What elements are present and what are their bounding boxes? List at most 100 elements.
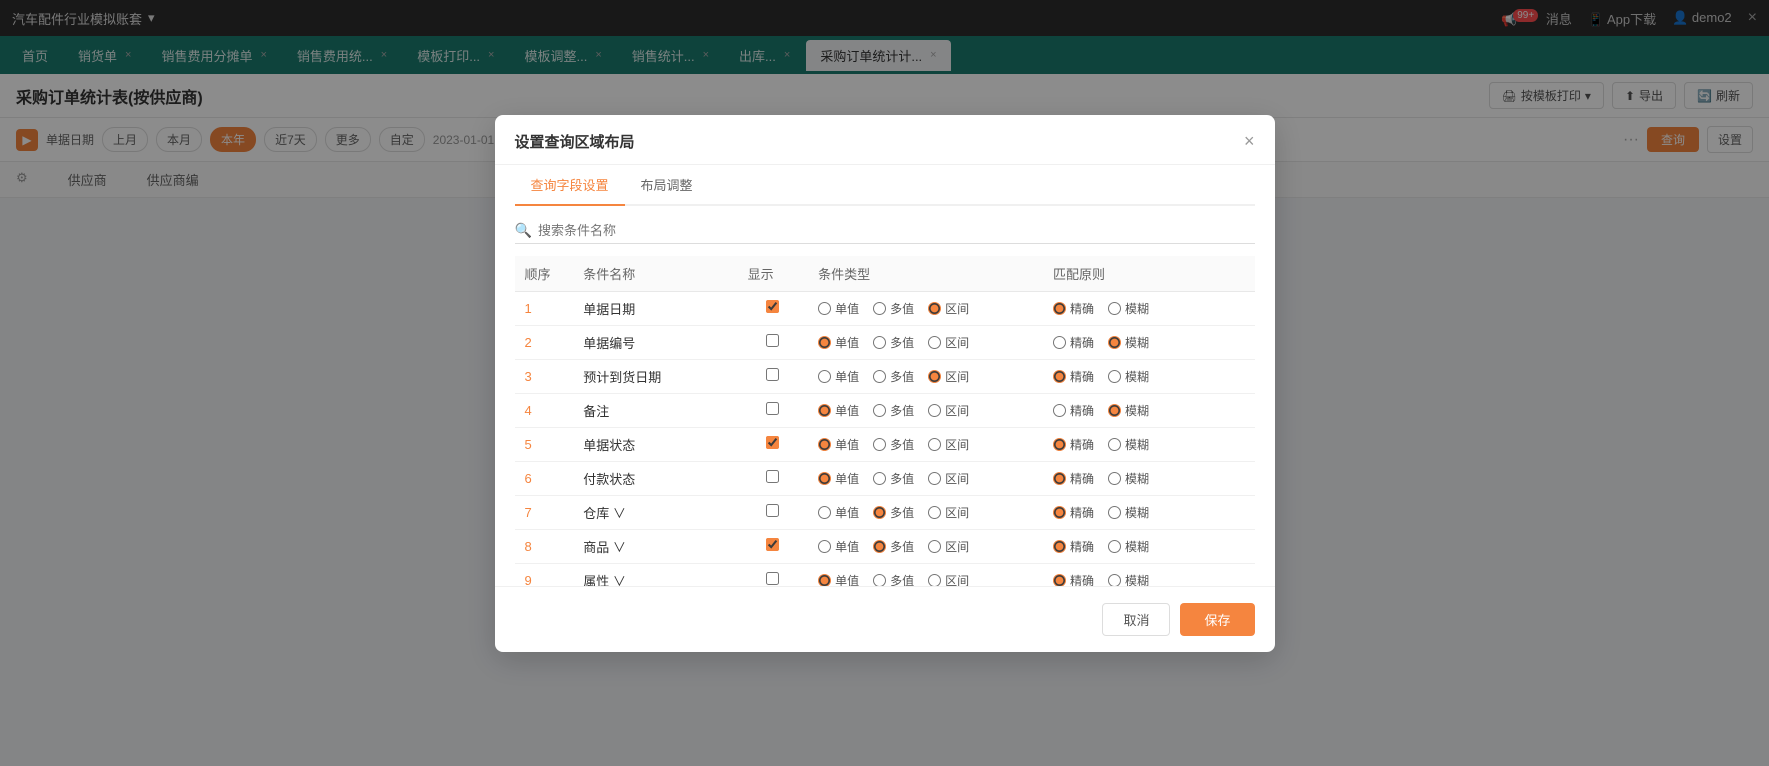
type-option-单值[interactable]: 单值 xyxy=(818,504,859,521)
modal-overlay: 设置查询区域布局 × 查询字段设置 布局调整 🔍 xyxy=(0,0,1769,766)
type-option-单值[interactable]: 单值 xyxy=(818,538,859,555)
type-option-单值[interactable]: 单值 xyxy=(818,470,859,487)
show-checkbox[interactable] xyxy=(766,300,779,313)
cell-order: 3 xyxy=(515,359,574,393)
cell-name: 单据编号 xyxy=(573,325,737,359)
type-option-区间[interactable]: 区间 xyxy=(928,368,969,385)
type-option-区间[interactable]: 区间 xyxy=(928,572,969,586)
th-type: 条件类型 xyxy=(808,256,1043,292)
match-option-模糊[interactable]: 模糊 xyxy=(1108,470,1149,487)
type-option-单值[interactable]: 单值 xyxy=(818,436,859,453)
cell-show[interactable] xyxy=(738,393,808,427)
th-order: 顺序 xyxy=(515,256,574,292)
show-checkbox[interactable] xyxy=(766,402,779,415)
match-option-模糊[interactable]: 模糊 xyxy=(1108,368,1149,385)
type-option-区间[interactable]: 区间 xyxy=(928,436,969,453)
type-option-多值[interactable]: 多值 xyxy=(873,334,914,351)
type-option-多值[interactable]: 多值 xyxy=(873,504,914,521)
cell-match: 精确模糊 xyxy=(1043,461,1254,495)
type-option-多值[interactable]: 多值 xyxy=(873,300,914,317)
match-option-模糊[interactable]: 模糊 xyxy=(1108,300,1149,317)
cell-order: 5 xyxy=(515,427,574,461)
search-icon: 🔍 xyxy=(515,222,532,239)
cell-type: 单值多值区间 xyxy=(808,529,1043,563)
show-checkbox[interactable] xyxy=(766,538,779,551)
type-option-单值[interactable]: 单值 xyxy=(818,572,859,586)
cell-show[interactable] xyxy=(738,325,808,359)
match-option-模糊[interactable]: 模糊 xyxy=(1108,334,1149,351)
type-option-多值[interactable]: 多值 xyxy=(873,572,914,586)
show-checkbox[interactable] xyxy=(766,334,779,347)
table-row: 3预计到货日期单值多值区间精确模糊 xyxy=(515,359,1255,393)
match-option-模糊[interactable]: 模糊 xyxy=(1108,504,1149,521)
cell-match: 精确模糊 xyxy=(1043,563,1254,586)
show-checkbox[interactable] xyxy=(766,572,779,585)
type-option-区间[interactable]: 区间 xyxy=(928,300,969,317)
cell-show[interactable] xyxy=(738,359,808,393)
modal-tab-layout-adjust[interactable]: 布局调整 xyxy=(625,165,709,206)
cell-type: 单值多值区间 xyxy=(808,359,1043,393)
cell-show[interactable] xyxy=(738,529,808,563)
save-button[interactable]: 保存 xyxy=(1180,603,1254,636)
type-option-区间[interactable]: 区间 xyxy=(928,504,969,521)
show-checkbox[interactable] xyxy=(766,368,779,381)
type-option-单值[interactable]: 单值 xyxy=(818,334,859,351)
cell-show[interactable] xyxy=(738,427,808,461)
cell-order: 2 xyxy=(515,325,574,359)
type-option-单值[interactable]: 单值 xyxy=(818,402,859,419)
cell-show[interactable] xyxy=(738,495,808,529)
cell-type: 单值多值区间 xyxy=(808,427,1043,461)
search-input[interactable] xyxy=(538,223,1255,238)
type-option-多值[interactable]: 多值 xyxy=(873,538,914,555)
modal-close-button[interactable]: × xyxy=(1244,132,1255,150)
cell-name: 单据日期 xyxy=(573,291,737,325)
type-option-单值[interactable]: 单值 xyxy=(818,368,859,385)
cell-order: 8 xyxy=(515,529,574,563)
modal-header: 设置查询区域布局 × xyxy=(495,115,1275,165)
cell-type: 单值多值区间 xyxy=(808,461,1043,495)
cancel-button[interactable]: 取消 xyxy=(1102,603,1170,636)
table-row: 2单据编号 单值多值区间 精确模糊 xyxy=(515,325,1255,359)
match-option-精确[interactable]: 精确 xyxy=(1053,470,1094,487)
cell-show[interactable] xyxy=(738,563,808,586)
type-option-多值[interactable]: 多值 xyxy=(873,436,914,453)
match-option-精确[interactable]: 精确 xyxy=(1053,538,1094,555)
cell-match: 精确模糊 xyxy=(1043,495,1254,529)
show-checkbox[interactable] xyxy=(766,470,779,483)
table-scroll[interactable]: 顺序 条件名称 显示 条件类型 xyxy=(515,256,1255,586)
modal-dialog: 设置查询区域布局 × 查询字段设置 布局调整 🔍 xyxy=(495,115,1275,652)
type-option-区间[interactable]: 区间 xyxy=(928,334,969,351)
cell-name: 预计到货日期 xyxy=(573,359,737,393)
match-option-精确[interactable]: 精确 xyxy=(1053,368,1094,385)
match-option-模糊[interactable]: 模糊 xyxy=(1108,402,1149,419)
match-option-模糊[interactable]: 模糊 xyxy=(1108,538,1149,555)
show-checkbox[interactable] xyxy=(766,436,779,449)
match-option-精确[interactable]: 精确 xyxy=(1053,334,1094,351)
cell-order: 9 xyxy=(515,563,574,586)
match-option-精确[interactable]: 精确 xyxy=(1053,300,1094,317)
match-option-精确[interactable]: 精确 xyxy=(1053,572,1094,586)
type-option-单值[interactable]: 单值 xyxy=(818,300,859,317)
type-option-区间[interactable]: 区间 xyxy=(928,402,969,419)
type-option-多值[interactable]: 多值 xyxy=(873,368,914,385)
match-option-精确[interactable]: 精确 xyxy=(1053,436,1094,453)
cell-order: 6 xyxy=(515,461,574,495)
table-row: 7仓库 ∨单值多值区间精确模糊 xyxy=(515,495,1255,529)
cell-match: 精确模糊 xyxy=(1043,325,1254,359)
type-option-多值[interactable]: 多值 xyxy=(873,470,914,487)
match-option-模糊[interactable]: 模糊 xyxy=(1108,572,1149,586)
type-option-多值[interactable]: 多值 xyxy=(873,402,914,419)
show-checkbox[interactable] xyxy=(766,504,779,517)
cell-show[interactable] xyxy=(738,291,808,325)
cell-match: 精确模糊 xyxy=(1043,393,1254,427)
match-option-模糊[interactable]: 模糊 xyxy=(1108,436,1149,453)
cell-type: 单值多值区间 xyxy=(808,393,1043,427)
type-option-区间[interactable]: 区间 xyxy=(928,470,969,487)
modal-tab-query-fields[interactable]: 查询字段设置 xyxy=(515,165,625,206)
cell-show[interactable] xyxy=(738,461,808,495)
match-option-精确[interactable]: 精确 xyxy=(1053,402,1094,419)
match-option-精确[interactable]: 精确 xyxy=(1053,504,1094,521)
cell-type: 单值多值区间 xyxy=(808,563,1043,586)
cell-match: 精确模糊 xyxy=(1043,291,1254,325)
type-option-区间[interactable]: 区间 xyxy=(928,538,969,555)
